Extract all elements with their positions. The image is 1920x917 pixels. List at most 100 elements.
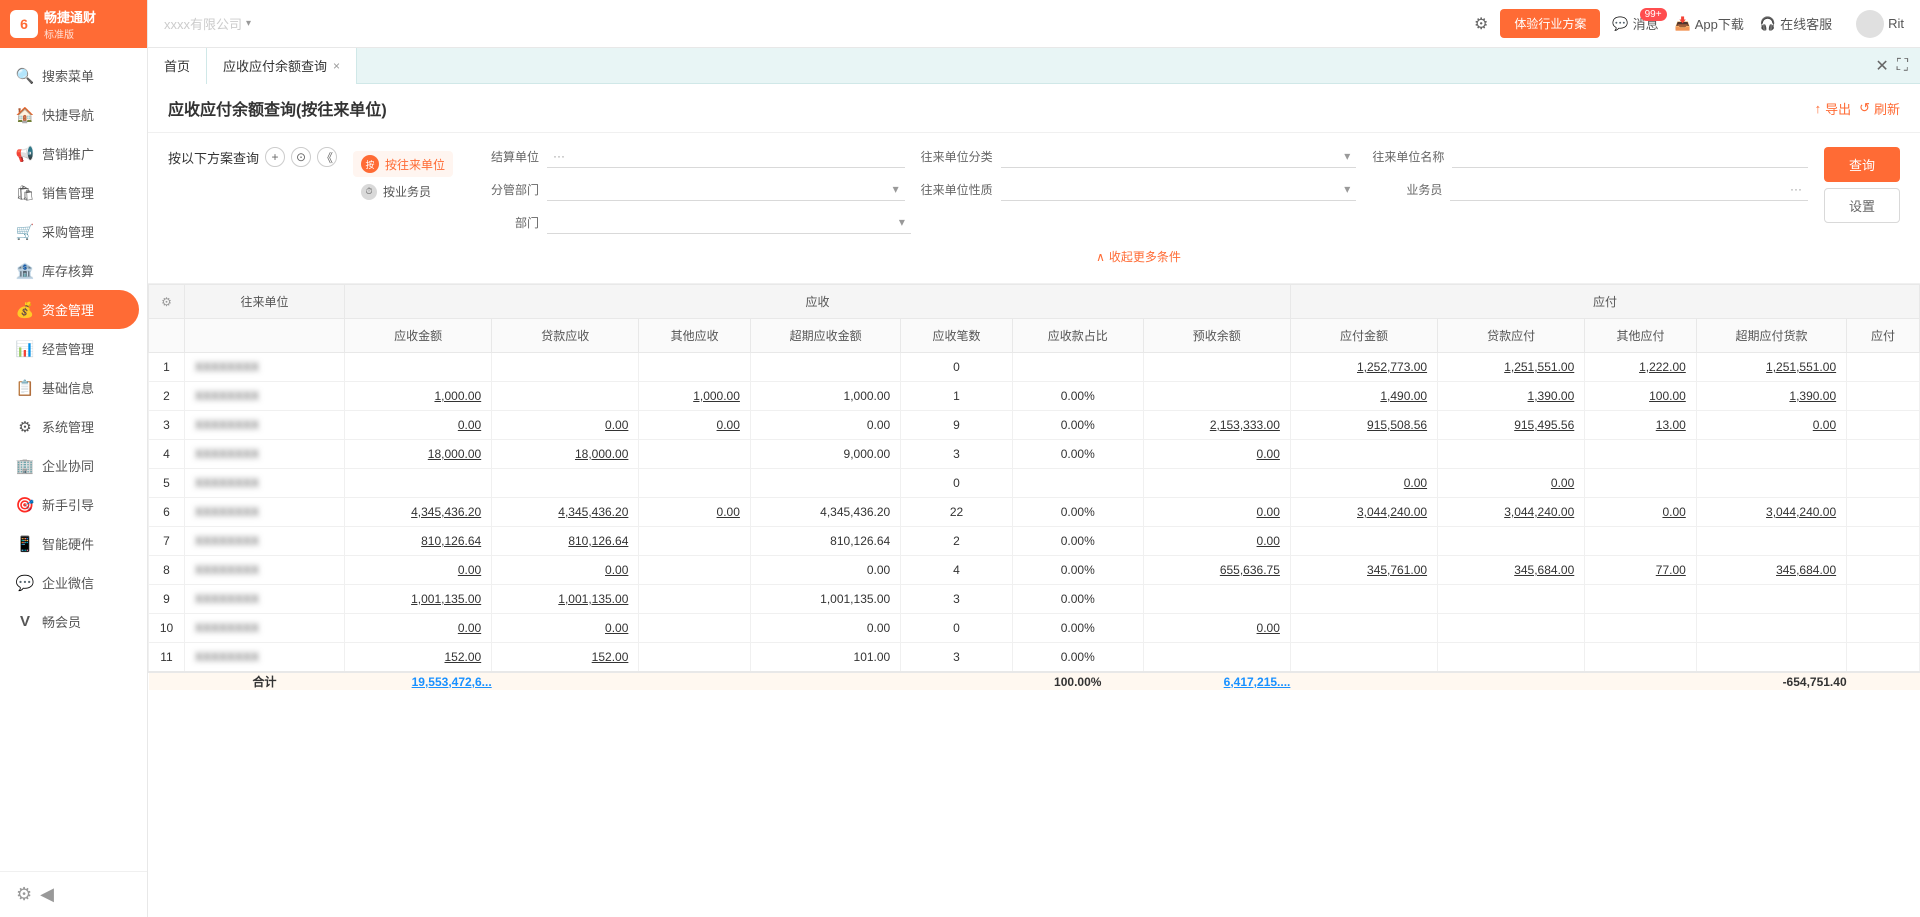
row-receivable-amount[interactable] <box>345 469 492 498</box>
sidebar-item-hardware[interactable]: 📱 智能硬件 <box>0 524 147 563</box>
row-prepaid-balance[interactable]: 0.00 <box>1143 440 1290 469</box>
row-other-receivable[interactable] <box>639 556 751 585</box>
scheme-by-unit[interactable]: 按 按往来单位 <box>353 151 453 177</box>
row-other-receivable[interactable] <box>639 585 751 614</box>
row-loan-payable[interactable]: 345,684.00 <box>1438 556 1585 585</box>
row-prepaid-balance[interactable] <box>1143 585 1290 614</box>
online-service-btn[interactable]: 🎧 在线客服 <box>1760 14 1832 33</box>
row-loan-receivable[interactable]: 18,000.00 <box>492 440 639 469</box>
row-receivable-amount[interactable]: 18,000.00 <box>345 440 492 469</box>
sidebar-item-quicknav[interactable]: 🏠 快捷导航 <box>0 95 147 134</box>
row-other-payable[interactable] <box>1585 643 1697 673</box>
row-overdue-payable[interactable] <box>1696 440 1846 469</box>
footer-receivable-amount[interactable]: 19,553,472,6... <box>345 672 492 690</box>
row-prepaid-balance[interactable]: 655,636.75 <box>1143 556 1290 585</box>
table-settings-icon[interactable]: ⚙ <box>161 295 172 309</box>
sidebar-settings-btn[interactable]: ⚙ <box>16 884 32 905</box>
row-other-payable[interactable]: 100.00 <box>1585 382 1697 411</box>
row-receivable-amount[interactable]: 1,000.00 <box>345 382 492 411</box>
tab-close-all-icon[interactable]: ✕ <box>1875 56 1888 76</box>
row-loan-receivable[interactable]: 0.00 <box>492 614 639 643</box>
row-loan-payable[interactable] <box>1438 643 1585 673</box>
unit-category-select[interactable]: ▾ <box>1001 145 1357 168</box>
row-overdue-payable[interactable] <box>1696 469 1846 498</box>
header-gear-icon[interactable]: ⚙ <box>1474 14 1488 34</box>
row-payable-amount[interactable] <box>1290 585 1437 614</box>
row-prepaid-balance[interactable] <box>1143 353 1290 382</box>
row-other-payable[interactable]: 13.00 <box>1585 411 1697 440</box>
settlement-unit-input[interactable]: ··· <box>547 145 905 168</box>
row-overdue-payable[interactable]: 3,044,240.00 <box>1696 498 1846 527</box>
sidebar-item-marketing[interactable]: 📢 营销推广 <box>0 134 147 173</box>
row-other-receivable[interactable]: 1,000.00 <box>639 382 751 411</box>
row-prepaid-balance[interactable]: 0.00 <box>1143 498 1290 527</box>
row-receivable-amount[interactable] <box>345 353 492 382</box>
tab-close-icon[interactable]: × <box>333 59 340 73</box>
row-loan-payable[interactable]: 915,495.56 <box>1438 411 1585 440</box>
row-loan-receivable[interactable] <box>492 382 639 411</box>
promo-button[interactable]: 体验行业方案 <box>1500 9 1600 38</box>
row-other-receivable[interactable] <box>639 527 751 556</box>
row-other-receivable[interactable] <box>639 643 751 673</box>
row-overdue-payable[interactable]: 0.00 <box>1696 411 1846 440</box>
row-receivable-amount[interactable]: 0.00 <box>345 411 492 440</box>
row-other-payable[interactable] <box>1585 585 1697 614</box>
sidebar-item-sales[interactable]: 🛍 销售管理 <box>0 173 147 212</box>
row-payable-amount[interactable]: 345,761.00 <box>1290 556 1437 585</box>
row-prepaid-balance[interactable] <box>1143 643 1290 673</box>
row-loan-payable[interactable]: 0.00 <box>1438 469 1585 498</box>
filter-collapse-toggle[interactable]: ∧ 收起更多条件 <box>469 242 1808 271</box>
row-loan-payable[interactable]: 1,251,551.00 <box>1438 353 1585 382</box>
row-other-receivable[interactable] <box>639 614 751 643</box>
sidebar-item-purchase[interactable]: 🛒 采购管理 <box>0 212 147 251</box>
sidebar-item-guide[interactable]: 🎯 新手引导 <box>0 485 147 524</box>
row-payable-amount[interactable] <box>1290 440 1437 469</box>
messages-btn[interactable]: 💬 消息 99+ <box>1612 14 1658 33</box>
row-prepaid-balance[interactable] <box>1143 469 1290 498</box>
row-overdue-payable[interactable] <box>1696 527 1846 556</box>
footer-prepaid-balance[interactable]: 6,417,215.... <box>1143 672 1290 690</box>
row-loan-payable[interactable]: 1,390.00 <box>1438 382 1585 411</box>
row-loan-receivable[interactable]: 0.00 <box>492 411 639 440</box>
sidebar-collapse-btn[interactable]: ◀ <box>40 884 54 905</box>
sidebar-item-enterprise[interactable]: 🏢 企业协同 <box>0 446 147 485</box>
row-other-payable[interactable]: 0.00 <box>1585 498 1697 527</box>
user-profile[interactable]: Rit <box>1848 10 1904 38</box>
row-payable-amount[interactable]: 915,508.56 <box>1290 411 1437 440</box>
row-payable-amount[interactable] <box>1290 527 1437 556</box>
dept-select[interactable]: ▾ <box>547 178 905 201</box>
sidebar-item-system[interactable]: ⚙ 系统管理 <box>0 407 147 446</box>
filter-add-button[interactable]: + <box>265 147 285 167</box>
row-receivable-amount[interactable]: 152.00 <box>345 643 492 673</box>
row-receivable-amount[interactable]: 4,345,436.20 <box>345 498 492 527</box>
row-prepaid-balance[interactable] <box>1143 382 1290 411</box>
row-other-payable[interactable] <box>1585 614 1697 643</box>
row-loan-payable[interactable] <box>1438 614 1585 643</box>
row-loan-receivable[interactable]: 152.00 <box>492 643 639 673</box>
row-receivable-amount[interactable]: 0.00 <box>345 556 492 585</box>
row-payable-amount[interactable]: 0.00 <box>1290 469 1437 498</box>
export-button[interactable]: ↑ 导出 <box>1815 99 1852 118</box>
row-payable-amount[interactable] <box>1290 643 1437 673</box>
row-other-receivable[interactable] <box>639 469 751 498</box>
sidebar-item-finance[interactable]: 💰 资金管理 <box>0 290 139 329</box>
row-payable-amount[interactable]: 1,252,773.00 <box>1290 353 1437 382</box>
row-overdue-payable[interactable] <box>1696 643 1846 673</box>
refresh-button[interactable]: ↺ 刷新 <box>1859 99 1900 118</box>
row-other-payable[interactable]: 77.00 <box>1585 556 1697 585</box>
row-loan-payable[interactable] <box>1438 527 1585 556</box>
row-prepaid-balance[interactable]: 0.00 <box>1143 527 1290 556</box>
row-other-receivable[interactable] <box>639 440 751 469</box>
query-button[interactable]: 查询 <box>1824 147 1900 182</box>
sidebar-item-operations[interactable]: 📊 经营管理 <box>0 329 147 368</box>
sidebar-item-search[interactable]: 🔍 搜索菜单 <box>0 56 147 95</box>
set-button[interactable]: 设置 <box>1824 188 1900 223</box>
filter-settings-btn[interactable]: ⊙ <box>291 147 311 167</box>
row-receivable-amount[interactable]: 1,001,135.00 <box>345 585 492 614</box>
sidebar-item-inventory[interactable]: 🏦 库存核算 <box>0 251 147 290</box>
department-select[interactable]: ▾ <box>547 211 911 234</box>
row-payable-amount[interactable]: 1,490.00 <box>1290 382 1437 411</box>
row-other-receivable[interactable]: 0.00 <box>639 411 751 440</box>
app-download-btn[interactable]: 📥 App下载 <box>1675 14 1744 33</box>
tab-home[interactable]: 首页 <box>148 48 207 84</box>
